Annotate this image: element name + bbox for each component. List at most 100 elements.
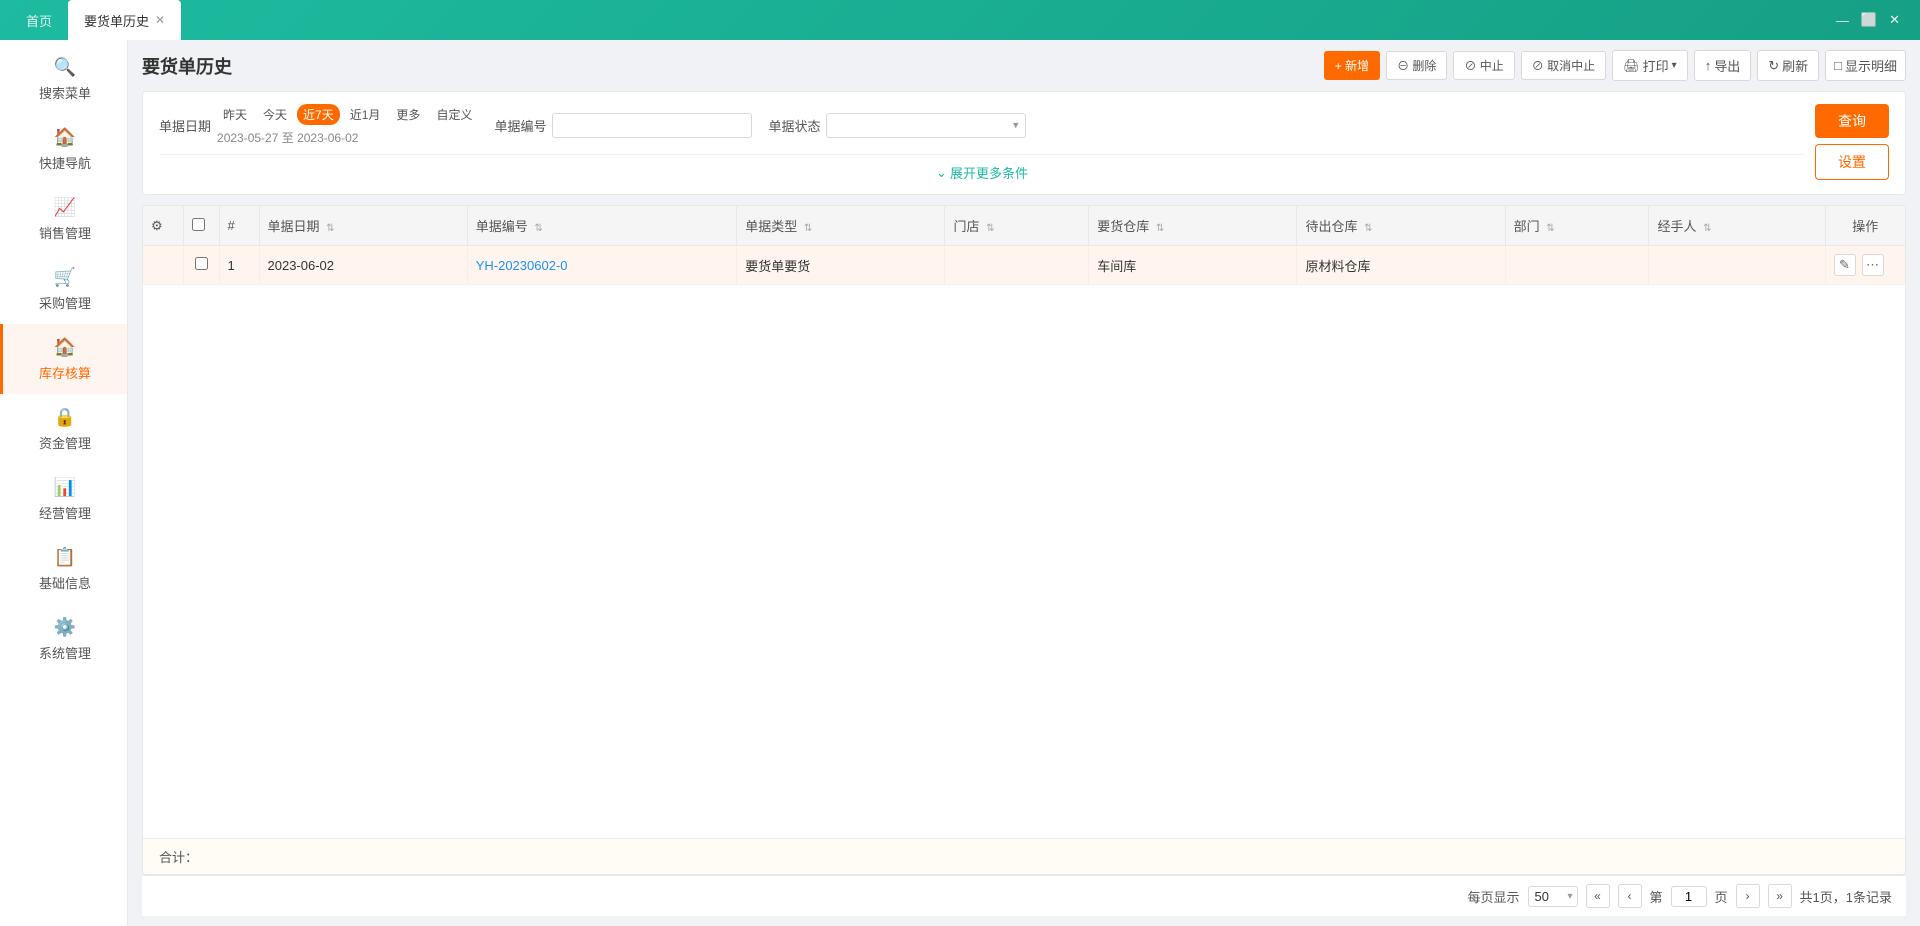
sidebar-item-inventory-calc[interactable]: 🏠 库存核算 <box>0 324 127 394</box>
expand-more-label: 展开更多条件 <box>950 163 1028 182</box>
table-settings-icon: ⚙ <box>151 218 163 233</box>
table-row[interactable]: 1 2023-06-02 YH-20230602-0 要货单要货 车间库 原材料… <box>143 246 1905 285</box>
minimize-btn[interactable]: — <box>1836 13 1849 28</box>
window-controls: — ⬜ ✕ <box>1836 12 1910 28</box>
sidebar-item-label: 销售管理 <box>39 223 91 242</box>
home-icon: 🏠 <box>54 126 76 148</box>
table-scroll[interactable]: ⚙ # 单据日期 ⇅ 单据编号 <box>143 206 1905 838</box>
col-req-warehouse-label: 要货仓库 <box>1097 219 1149 234</box>
display-detail-button[interactable]: □ 显示明细 <box>1825 50 1906 81</box>
col-doc-number[interactable]: 单据编号 ⇅ <box>467 206 737 246</box>
col-doc-number-label: 单据编号 <box>476 219 528 234</box>
print-label: 打印 <box>1643 56 1669 75</box>
settings-button[interactable]: 设置 <box>1815 144 1889 180</box>
close-btn[interactable]: ✕ <box>1889 12 1900 28</box>
sort-icon-store: ⇅ <box>986 223 994 234</box>
chevron-down-icon: ⌄ <box>936 165 947 181</box>
cart-icon: 🛒 <box>54 266 76 288</box>
new-button[interactable]: + 新增 <box>1324 51 1380 80</box>
col-handler-label: 经手人 <box>1657 219 1696 234</box>
sort-icon-req-warehouse: ⇅ <box>1156 223 1164 234</box>
row-delete-btn[interactable]: ⋯ <box>1862 254 1884 276</box>
cell-index: 1 <box>219 246 259 285</box>
data-table: ⚙ # 单据日期 ⇅ 单据编号 <box>143 206 1905 285</box>
col-doc-date-label: 单据日期 <box>268 219 320 234</box>
col-checkbox[interactable] <box>183 206 219 246</box>
pagination-bar: 每页显示 50 10 20 100 « ‹ 第 页 › » 共1页，1条记录 <box>142 875 1906 916</box>
table-footer: 合计： <box>143 838 1905 874</box>
sidebar-item-label: 基础信息 <box>39 573 91 592</box>
col-handler[interactable]: 经手人 ⇅ <box>1649 206 1825 246</box>
next-page-btn[interactable]: › <box>1736 884 1760 908</box>
stop-button[interactable]: ⊘ 中止 <box>1453 51 1514 80</box>
filter-panel: 单据日期 昨天 今天 近7天 近1月 更多 自定义 <box>142 91 1906 195</box>
sidebar-item-system-mgmt[interactable]: ⚙️ 系统管理 <box>0 604 127 674</box>
shortcut-yesterday[interactable]: 昨天 <box>217 104 253 125</box>
col-store[interactable]: 门店 ⇅ <box>945 206 1089 246</box>
sidebar-item-label: 快捷导航 <box>39 153 91 172</box>
row-edit-btn[interactable]: ✎ <box>1834 254 1856 276</box>
col-pending-warehouse[interactable]: 待出仓库 ⇅ <box>1297 206 1505 246</box>
sidebar-item-basic-info[interactable]: 📋 基础信息 <box>0 534 127 604</box>
row-checkbox[interactable] <box>195 257 208 270</box>
doc-number-link[interactable]: YH-20230602-0 <box>476 258 568 273</box>
filter-status-item: 单据状态 <box>768 113 1026 138</box>
sidebar-item-purchase-mgmt[interactable]: 🛒 采购管理 <box>0 254 127 324</box>
cell-doc-number[interactable]: YH-20230602-0 <box>467 246 737 285</box>
sidebar-item-label: 系统管理 <box>39 643 91 662</box>
shortcut-today[interactable]: 今天 <box>257 104 293 125</box>
shortcut-custom[interactable]: 自定义 <box>430 104 478 125</box>
cell-doc-type: 要货单要货 <box>737 246 945 285</box>
sidebar-item-operations-mgmt[interactable]: 📊 经营管理 <box>0 464 127 534</box>
date-filter-label: 单据日期 <box>159 116 211 135</box>
expand-more-btn[interactable]: ⌄ 展开更多条件 <box>159 163 1805 182</box>
shortcut-7days[interactable]: 近7天 <box>297 104 340 125</box>
shortcut-1month[interactable]: 近1月 <box>344 104 387 125</box>
cell-checkbox[interactable] <box>183 246 219 285</box>
docnumber-input[interactable] <box>552 113 752 138</box>
close-tab-icon[interactable]: ✕ <box>155 13 165 27</box>
query-button[interactable]: 查询 <box>1815 104 1889 138</box>
tab-requisition-history[interactable]: 要货单历史 ✕ <box>68 0 181 40</box>
sidebar-item-quick-nav[interactable]: 🏠 快捷导航 <box>0 114 127 184</box>
page-title: 要货单历史 <box>142 53 232 79</box>
prev-page-btn[interactable]: ‹ <box>1618 884 1642 908</box>
main-layout: 🔍 搜索菜单 🏠 快捷导航 📈 销售管理 🛒 采购管理 🏠 库存核算 🔒 资金管… <box>0 40 1920 926</box>
cell-department <box>1505 246 1649 285</box>
col-req-warehouse[interactable]: 要货仓库 ⇅ <box>1089 206 1297 246</box>
tab-home[interactable]: 首页 <box>10 0 68 40</box>
delete-button[interactable]: ⊖ 删除 <box>1386 51 1447 80</box>
sidebar-item-finance-mgmt[interactable]: 🔒 资金管理 <box>0 394 127 464</box>
cancel-stop-button[interactable]: ⊘ 取消中止 <box>1521 51 1606 80</box>
col-doc-type-label: 单据类型 <box>745 219 797 234</box>
col-index: # <box>219 206 259 246</box>
col-department[interactable]: 部门 ⇅ <box>1505 206 1649 246</box>
page-title-bar: 要货单历史 + 新增 ⊖ 删除 ⊘ 中止 ⊘ 取消中止 🖨 打印 ▾ ↑ 导出 … <box>142 50 1906 81</box>
shortcut-more[interactable]: 更多 <box>390 104 426 125</box>
refresh-button[interactable]: ↻ 刷新 <box>1757 50 1819 81</box>
col-settings[interactable]: ⚙ <box>143 206 183 246</box>
export-button[interactable]: ↑ 导出 <box>1694 50 1752 81</box>
sidebar-item-search-menu[interactable]: 🔍 搜索菜单 <box>0 44 127 114</box>
status-select[interactable] <box>826 113 1026 138</box>
select-all-checkbox[interactable] <box>192 218 205 231</box>
page-size-select[interactable]: 50 10 20 100 <box>1528 886 1578 907</box>
toolbar: + 新增 ⊖ 删除 ⊘ 中止 ⊘ 取消中止 🖨 打印 ▾ ↑ 导出 ↻ 刷新 <box>1324 50 1906 81</box>
restore-btn[interactable]: ⬜ <box>1861 12 1877 28</box>
col-doc-type[interactable]: 单据类型 ⇅ <box>737 206 945 246</box>
table-header-row: ⚙ # 单据日期 ⇅ 单据编号 <box>143 206 1905 246</box>
cell-store <box>945 246 1089 285</box>
first-page-btn[interactable]: « <box>1586 884 1610 908</box>
content-area: 要货单历史 + 新增 ⊖ 删除 ⊘ 中止 ⊘ 取消中止 🖨 打印 ▾ ↑ 导出 … <box>128 40 1920 926</box>
col-doc-date[interactable]: 单据日期 ⇅ <box>259 206 467 246</box>
sidebar-item-sales-mgmt[interactable]: 📈 销售管理 <box>0 184 127 254</box>
col-pending-warehouse-label: 待出仓库 <box>1305 219 1357 234</box>
page-input[interactable] <box>1671 886 1707 907</box>
sidebar-item-label: 经营管理 <box>39 503 91 522</box>
filter-docnumber-item: 单据编号 <box>494 113 752 138</box>
last-page-btn[interactable]: » <box>1768 884 1792 908</box>
sort-icon-doc-type: ⇅ <box>804 223 812 234</box>
print-button[interactable]: 🖨 打印 ▾ <box>1612 50 1688 81</box>
search-icon: 🔍 <box>54 56 76 78</box>
print-icon: 🖨 <box>1623 58 1640 74</box>
